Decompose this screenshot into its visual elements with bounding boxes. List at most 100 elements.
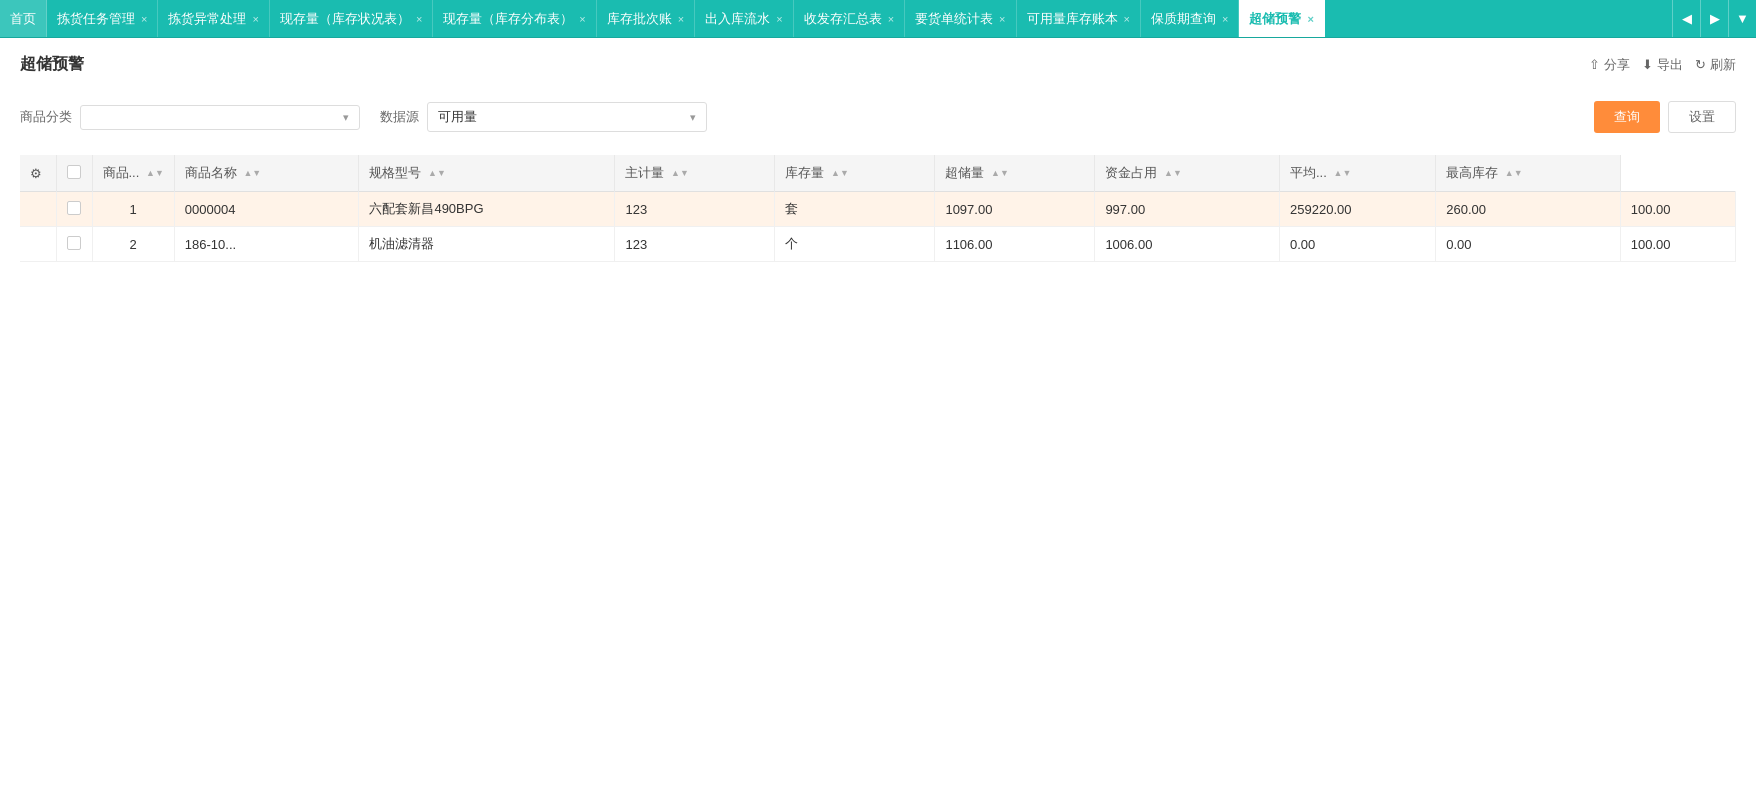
col-stock[interactable]: 库存量 ▲▼ — [775, 155, 935, 192]
category-select[interactable]: ▾ — [80, 105, 360, 130]
col-check — [56, 155, 92, 192]
col-unit[interactable]: 主计量 ▲▼ — [615, 155, 775, 192]
nav-arrow-more[interactable]: ▼ — [1728, 0, 1756, 38]
category-label: 商品分类 — [20, 108, 72, 126]
datasource-label: 数据源 — [380, 108, 419, 126]
nav-item-batch[interactable]: 库存批次账 × — [597, 0, 695, 37]
sort-icon: ▲▼ — [991, 169, 1009, 178]
close-icon[interactable]: × — [999, 13, 1005, 25]
close-icon[interactable]: × — [888, 13, 894, 25]
close-icon[interactable]: × — [1124, 13, 1130, 25]
nav-item-summary[interactable]: 收发存汇总表 × — [794, 0, 905, 37]
row-name: 机油滤清器 — [359, 227, 615, 262]
chevron-down-icon: ▾ — [690, 111, 696, 124]
col-max-stock[interactable]: 最高库存 ▲▼ — [1436, 155, 1621, 192]
col-spec[interactable]: 规格型号 ▲▼ — [359, 155, 615, 192]
share-button[interactable]: ⇧ 分享 — [1589, 56, 1630, 74]
close-icon[interactable]: × — [678, 13, 684, 25]
sort-icon: ▲▼ — [1164, 169, 1182, 178]
nav-arrows: ◀ ▶ ▼ — [1672, 0, 1756, 38]
row-max-stock: 100.00 — [1620, 227, 1735, 262]
row-capital: 259220.00 — [1280, 192, 1436, 227]
close-icon[interactable]: × — [141, 13, 147, 25]
col-avg[interactable]: 平均... ▲▼ — [1280, 155, 1436, 192]
col-capital[interactable]: 资金占用 ▲▼ — [1095, 155, 1280, 192]
close-icon[interactable]: × — [416, 13, 422, 25]
export-icon: ⬇ — [1642, 57, 1653, 72]
table-row: 1 0000004 六配套新昌490BPG 123 套 1097.00 997.… — [20, 192, 1736, 227]
table-header-row: ⚙ 商品... ▲▼ 商品名称 ▲▼ 规格型号 ▲▼ 主计 — [20, 155, 1736, 192]
row-gear — [20, 227, 56, 262]
page-header: 超储预警 ⇧ 分享 ⬇ 导出 ↻ 刷新 — [20, 54, 1736, 75]
row-checkbox[interactable] — [67, 236, 81, 250]
nav-arrow-left[interactable]: ◀ — [1672, 0, 1700, 38]
page-content: 超储预警 ⇧ 分享 ⬇ 导出 ↻ 刷新 商品分类 ▾ 数据源 — [0, 38, 1756, 800]
datasource-select[interactable]: 可用量 ▾ — [427, 102, 707, 132]
sort-icon: ▲▼ — [243, 169, 261, 178]
close-icon[interactable]: × — [1222, 13, 1228, 25]
nav-item-inout-flow[interactable]: 出入库流水 × — [695, 0, 793, 37]
header-checkbox[interactable] — [67, 165, 81, 179]
row-avg: 260.00 — [1436, 192, 1621, 227]
share-icon: ⇧ — [1589, 57, 1600, 72]
nav-item-stock-status[interactable]: 现存量（库存状况表） × — [270, 0, 433, 37]
gear-icon: ⚙ — [30, 166, 42, 181]
nav-item-task-mgmt[interactable]: 拣货任务管理 × — [47, 0, 158, 37]
row-check[interactable] — [56, 192, 92, 227]
data-table: ⚙ 商品... ▲▼ 商品名称 ▲▼ 规格型号 ▲▼ 主计 — [20, 155, 1736, 262]
sort-icon: ▲▼ — [428, 169, 446, 178]
nav-item-available[interactable]: 可用量库存账本 × — [1017, 0, 1141, 37]
query-button[interactable]: 查询 — [1594, 101, 1660, 133]
row-over-stock: 997.00 — [1095, 192, 1280, 227]
header-actions: ⇧ 分享 ⬇ 导出 ↻ 刷新 — [1589, 56, 1736, 74]
nav-item-order-stats[interactable]: 要货单统计表 × — [905, 0, 1016, 37]
export-button[interactable]: ⬇ 导出 — [1642, 56, 1683, 74]
row-name: 六配套新昌490BPG — [359, 192, 615, 227]
row-index: 1 — [92, 192, 174, 227]
close-icon[interactable]: × — [1307, 13, 1313, 25]
datasource-filter: 数据源 可用量 ▾ — [380, 102, 707, 132]
sort-icon: ▲▼ — [1505, 169, 1523, 178]
filter-row: 商品分类 ▾ 数据源 可用量 ▾ 查询 设置 — [20, 91, 1736, 143]
row-capital: 0.00 — [1280, 227, 1436, 262]
row-spec: 123 — [615, 192, 775, 227]
nav-item-home[interactable]: 首页 — [0, 0, 47, 37]
table-body: 1 0000004 六配套新昌490BPG 123 套 1097.00 997.… — [20, 192, 1736, 262]
close-icon[interactable]: × — [579, 13, 585, 25]
col-name[interactable]: 商品名称 ▲▼ — [174, 155, 359, 192]
nav-item-quality[interactable]: 保质期查询 × — [1141, 0, 1239, 37]
row-unit: 套 — [775, 192, 935, 227]
nav-item-abnormal[interactable]: 拣货异常处理 × — [158, 0, 269, 37]
sort-icon: ▲▼ — [146, 169, 164, 178]
row-gear — [20, 192, 56, 227]
sort-icon: ▲▼ — [671, 169, 689, 178]
col-code[interactable]: 商品... ▲▼ — [92, 155, 174, 192]
datasource-value: 可用量 — [438, 108, 477, 126]
row-check[interactable] — [56, 227, 92, 262]
row-unit: 个 — [775, 227, 935, 262]
row-avg: 0.00 — [1436, 227, 1621, 262]
nav-item-overstock[interactable]: 超储预警 × — [1239, 0, 1324, 37]
settings-button[interactable]: 设置 — [1668, 101, 1736, 133]
nav-item-stock-dist[interactable]: 现存量（库存分布表） × — [433, 0, 596, 37]
category-filter: 商品分类 ▾ — [20, 105, 360, 130]
refresh-button[interactable]: ↻ 刷新 — [1695, 56, 1736, 74]
close-icon[interactable]: × — [252, 13, 258, 25]
col-gear[interactable]: ⚙ — [20, 155, 56, 192]
nav-arrow-right[interactable]: ▶ — [1700, 0, 1728, 38]
chevron-down-icon: ▾ — [343, 111, 349, 124]
row-max-stock: 100.00 — [1620, 192, 1735, 227]
col-over-stock[interactable]: 超储量 ▲▼ — [935, 155, 1095, 192]
row-stock: 1106.00 — [935, 227, 1095, 262]
row-checkbox[interactable] — [67, 201, 81, 215]
table-row: 2 186-10... 机油滤清器 123 个 1106.00 1006.00 … — [20, 227, 1736, 262]
top-navigation: 首页 拣货任务管理 × 拣货异常处理 × 现存量（库存状况表） × 现存量（库存… — [0, 0, 1756, 38]
filter-actions: 查询 设置 — [1594, 101, 1736, 133]
row-stock: 1097.00 — [935, 192, 1095, 227]
refresh-icon: ↻ — [1695, 57, 1706, 72]
row-code: 0000004 — [174, 192, 359, 227]
row-index: 2 — [92, 227, 174, 262]
row-over-stock: 1006.00 — [1095, 227, 1280, 262]
close-icon[interactable]: × — [776, 13, 782, 25]
row-code: 186-10... — [174, 227, 359, 262]
